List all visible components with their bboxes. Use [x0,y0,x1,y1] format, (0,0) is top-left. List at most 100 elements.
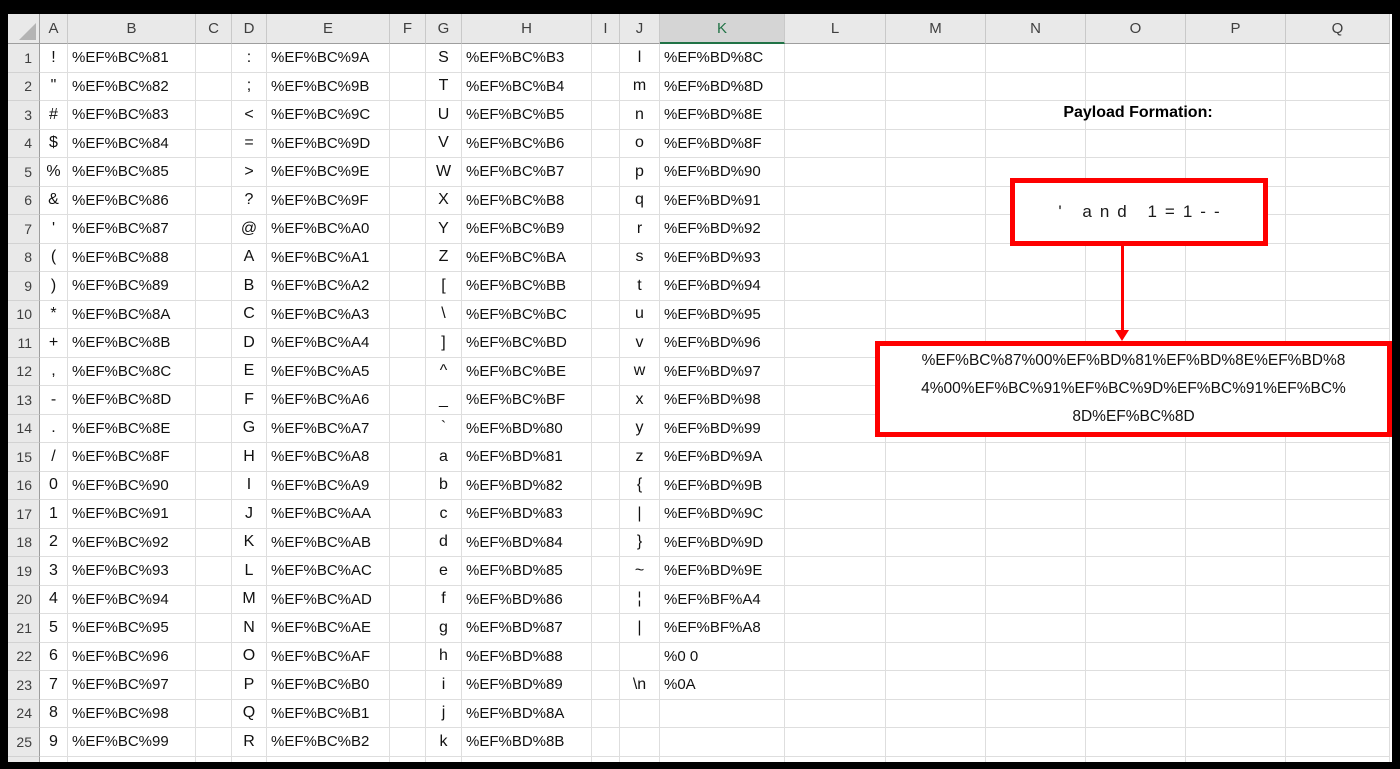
cell-O9[interactable] [1086,272,1186,301]
column-header-N[interactable]: N [986,14,1086,44]
cell-Q18[interactable] [1286,528,1390,557]
cell-H14[interactable]: %EF%BD%80 [462,414,592,443]
cell-K4[interactable]: %EF%BD%8F [660,129,785,158]
cell-Q15[interactable] [1286,443,1390,472]
cell-J12[interactable]: w [620,357,660,386]
cell-B8[interactable]: %EF%BC%88 [68,243,196,272]
cell-B3[interactable]: %EF%BC%83 [68,101,196,130]
cell-O24[interactable] [1086,699,1186,728]
cell-F21[interactable] [390,614,426,643]
cell-D18[interactable]: K [232,528,267,557]
row-header-3[interactable]: 3 [8,101,40,130]
cell-A4[interactable]: $ [40,129,68,158]
cell-O17[interactable] [1086,500,1186,529]
cell-N17[interactable] [986,500,1086,529]
cell-M4[interactable] [886,129,986,158]
cell-E4[interactable]: %EF%BC%9D [267,129,390,158]
cell-O20[interactable] [1086,585,1186,614]
cell-K19[interactable]: %EF%BD%9E [660,557,785,586]
cell-C25[interactable] [196,728,232,757]
cell-K2[interactable]: %EF%BD%8D [660,72,785,101]
cell-M5[interactable] [886,158,986,187]
cell-E14[interactable]: %EF%BC%A7 [267,414,390,443]
cell-L8[interactable] [785,243,886,272]
cell-H17[interactable]: %EF%BD%83 [462,500,592,529]
cell-C5[interactable] [196,158,232,187]
cell-P23[interactable] [1186,671,1286,700]
cell-J18[interactable]: } [620,528,660,557]
cell-B5[interactable]: %EF%BC%85 [68,158,196,187]
cell-E10[interactable]: %EF%BC%A3 [267,300,390,329]
cell-J2[interactable]: m [620,72,660,101]
cell-B16[interactable]: %EF%BC%90 [68,471,196,500]
cell-I25[interactable] [592,728,620,757]
cell-J25[interactable] [620,728,660,757]
cell-L24[interactable] [785,699,886,728]
cell-K5[interactable]: %EF%BD%90 [660,158,785,187]
cell-B7[interactable]: %EF%BC%87 [68,215,196,244]
cell-C22[interactable] [196,642,232,671]
cell-F20[interactable] [390,585,426,614]
cell-B24[interactable]: %EF%BC%98 [68,699,196,728]
cell-I6[interactable] [592,186,620,215]
cell-G6[interactable]: X [426,186,462,215]
cell-B20[interactable]: %EF%BC%94 [68,585,196,614]
cell-N9[interactable] [986,272,1086,301]
cell-B9[interactable]: %EF%BC%89 [68,272,196,301]
cell-I5[interactable] [592,158,620,187]
cell-G2[interactable]: T [426,72,462,101]
cell-P19[interactable] [1186,557,1286,586]
cell-F6[interactable] [390,186,426,215]
row-header-17[interactable]: 17 [8,500,40,529]
cell-N8[interactable] [986,243,1086,272]
cell-J21[interactable]: | [620,614,660,643]
cell-M8[interactable] [886,243,986,272]
select-all-corner[interactable] [8,14,40,44]
cell-H10[interactable]: %EF%BC%BC [462,300,592,329]
column-header-K[interactable]: K [660,14,785,44]
cell-C17[interactable] [196,500,232,529]
cell-E25[interactable]: %EF%BC%B2 [267,728,390,757]
cell-Q2[interactable] [1286,72,1390,101]
cell-D12[interactable]: E [232,357,267,386]
cell-L17[interactable] [785,500,886,529]
row-header-16[interactable]: 16 [8,471,40,500]
cell-L1[interactable] [785,44,886,73]
cell-C21[interactable] [196,614,232,643]
cell-P25[interactable] [1186,728,1286,757]
cell-Q4[interactable] [1286,129,1390,158]
cell-C6[interactable] [196,186,232,215]
cell-L2[interactable] [785,72,886,101]
cell-H7[interactable]: %EF%BC%B9 [462,215,592,244]
cell-B25[interactable]: %EF%BC%99 [68,728,196,757]
cell-H22[interactable]: %EF%BD%88 [462,642,592,671]
cell-A8[interactable]: ( [40,243,68,272]
cell-E9[interactable]: %EF%BC%A2 [267,272,390,301]
column-header-O[interactable]: O [1086,14,1186,44]
cell-I21[interactable] [592,614,620,643]
cell-Q10[interactable] [1286,300,1390,329]
row-header-22[interactable]: 22 [8,642,40,671]
cell-O15[interactable] [1086,443,1186,472]
cell-B17[interactable]: %EF%BC%91 [68,500,196,529]
cell-E7[interactable]: %EF%BC%A0 [267,215,390,244]
cell-F19[interactable] [390,557,426,586]
cell-I8[interactable] [592,243,620,272]
cell-L3[interactable] [785,101,886,130]
cell-H4[interactable]: %EF%BC%B6 [462,129,592,158]
cell-C18[interactable] [196,528,232,557]
cell-P9[interactable] [1186,272,1286,301]
cell-M2[interactable] [886,72,986,101]
cell-A6[interactable]: & [40,186,68,215]
cell-P18[interactable] [1186,528,1286,557]
cell-P4[interactable] [1186,129,1286,158]
cell-M19[interactable] [886,557,986,586]
cell-J10[interactable]: u [620,300,660,329]
cell-I12[interactable] [592,357,620,386]
column-header-Q[interactable]: Q [1286,14,1390,44]
cell-J9[interactable]: t [620,272,660,301]
cell-N22[interactable] [986,642,1086,671]
cell-B15[interactable]: %EF%BC%8F [68,443,196,472]
cell-E13[interactable]: %EF%BC%A6 [267,386,390,415]
cell-A2[interactable]: " [40,72,68,101]
